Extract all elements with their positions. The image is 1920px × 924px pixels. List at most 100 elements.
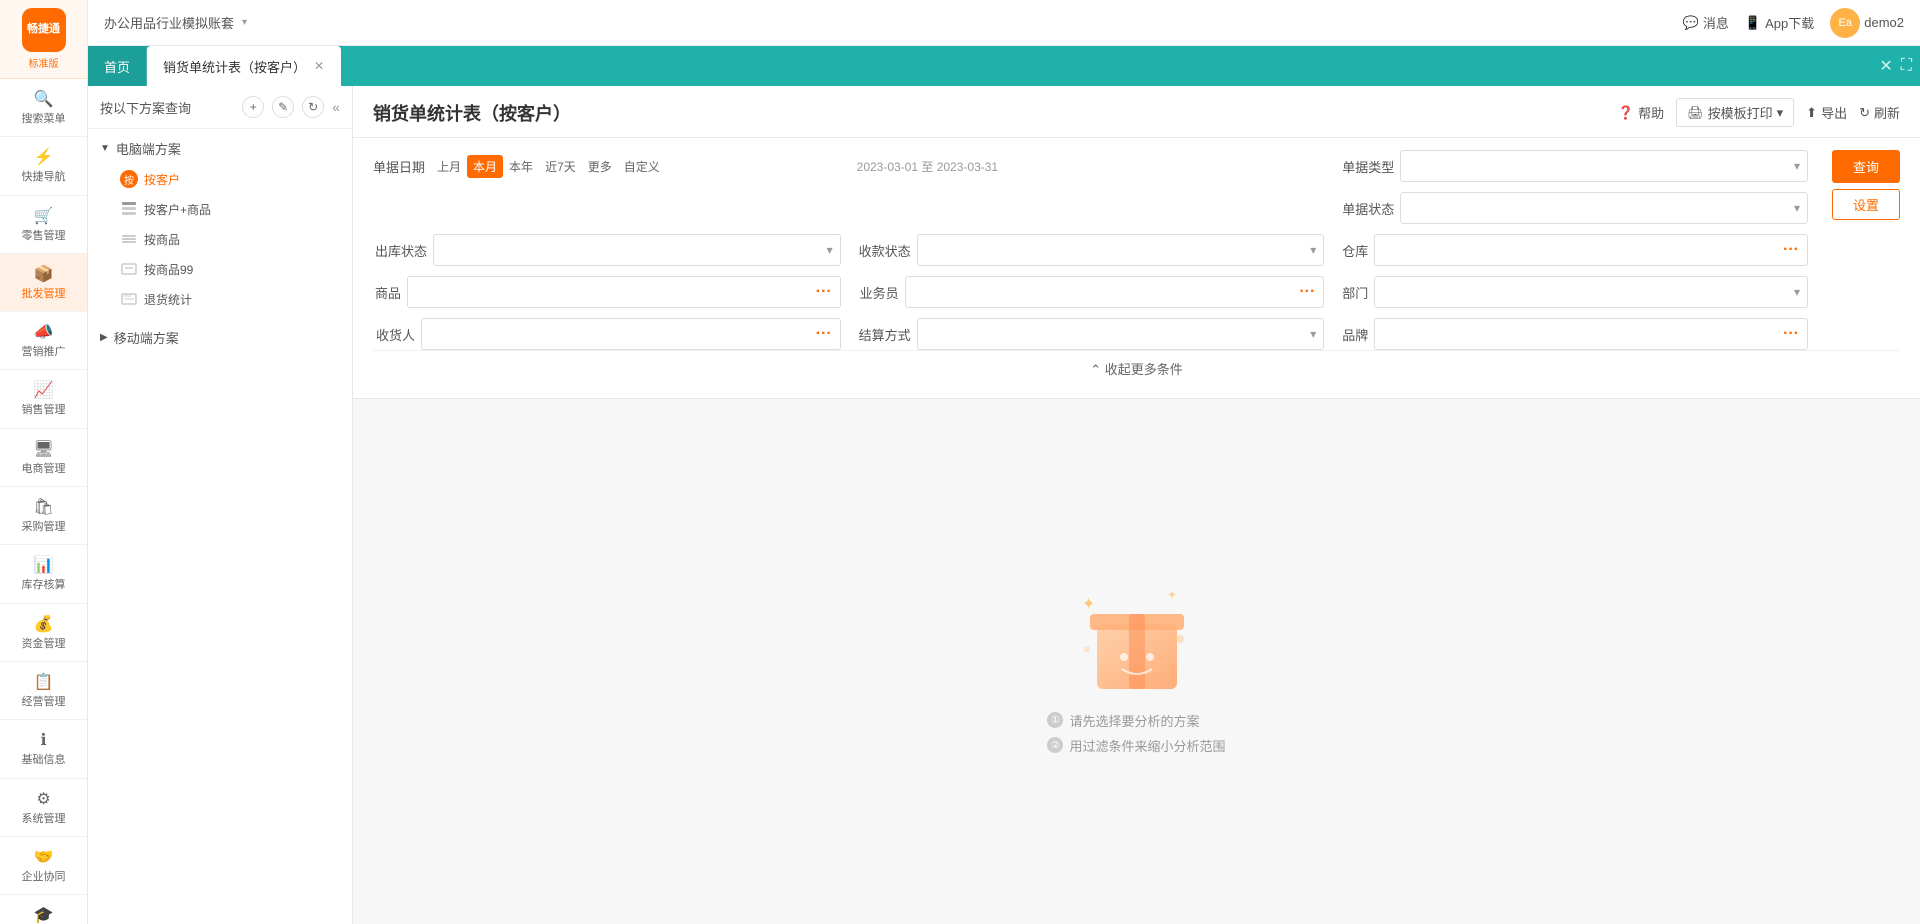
user-profile-btn[interactable]: Ea demo2 — [1830, 8, 1904, 38]
dept-cell: 部门 ▾ — [1340, 276, 1808, 308]
mobile-section-header[interactable]: ▶ 移动端方案 — [88, 322, 352, 353]
refresh-plan-btn[interactable]: ↻ — [302, 96, 324, 118]
tab-close-icon[interactable]: ✕ — [314, 59, 324, 73]
sidebar-item-finance[interactable]: 💰 资金管理 — [0, 604, 87, 662]
sidebar-item-search[interactable]: 🔍 搜索菜单 — [0, 79, 87, 137]
brand-dots-icon: ··· — [1783, 325, 1799, 343]
goods-label: 商品 — [373, 283, 401, 302]
sidebar-item-label: 零售管理 — [22, 229, 66, 243]
pc-section: ▼ 电脑端方案 按 按客户 按客户+商品 — [88, 129, 352, 318]
edit-plan-btn[interactable]: ✎ — [272, 96, 294, 118]
logo-text-main: 畅捷通 — [27, 23, 60, 36]
out-status-select[interactable] — [433, 234, 841, 266]
dept-select[interactable] — [1374, 276, 1808, 308]
settle-select-wrap: ▾ — [917, 318, 1325, 350]
warehouse-label: 仓库 — [1340, 241, 1368, 260]
pc-section-header[interactable]: ▼ 电脑端方案 — [88, 133, 352, 164]
plan-by-goods-99[interactable]: 按商品99 — [112, 254, 352, 284]
staff-label: 业务员 — [857, 283, 899, 302]
sidebar-item-quicknav[interactable]: ⚡ 快捷导航 — [0, 137, 87, 195]
voucher-type-select[interactable] — [1400, 150, 1808, 182]
avatar: Ea — [1830, 8, 1860, 38]
date-btn-custom[interactable]: 自定义 — [618, 155, 666, 178]
date-btn-this-year[interactable]: 本年 — [503, 155, 539, 178]
sidebar-item-inventory[interactable]: 📊 库存核算 — [0, 545, 87, 603]
add-icon: + — [250, 100, 257, 114]
message-label: 消息 — [1703, 13, 1729, 32]
recipient-input[interactable]: ··· — [421, 318, 841, 350]
sidebar-item-collab[interactable]: 🤝 企业协同 — [0, 837, 87, 895]
sidebar-item-label: 采购管理 — [22, 520, 66, 534]
plan-by-customer[interactable]: 按 按客户 — [112, 164, 352, 194]
warehouse-input[interactable]: ··· — [1374, 234, 1808, 266]
settle-select[interactable] — [917, 318, 1325, 350]
search-icon: 🔍 — [34, 89, 54, 109]
svg-text:✦: ✦ — [1167, 588, 1177, 602]
sidebar-item-wholesale[interactable]: 📦 批发管理 — [0, 254, 87, 312]
empty-hints: ① 请先选择要分析的方案 ② 用过滤条件来缩小分析范围 — [1047, 711, 1225, 755]
date-btn-more[interactable]: 更多 — [582, 155, 618, 178]
plan-return-stats[interactable]: 退货统计 — [112, 284, 352, 314]
finance-icon: 💰 — [34, 614, 54, 634]
wholesale-icon: 📦 — [34, 264, 54, 284]
message-btn[interactable]: 💬 消息 — [1683, 13, 1729, 32]
section-arrow-icon: ▼ — [100, 143, 110, 154]
collapse-panel-btn[interactable]: « — [332, 99, 340, 115]
sidebar-item-sales[interactable]: 📈 销售管理 — [0, 370, 87, 428]
voucher-status-select[interactable] — [1400, 192, 1808, 224]
staff-input[interactable]: ··· — [905, 276, 1325, 308]
collapse-more-btn[interactable]: ⌃ 收起更多条件 — [373, 350, 1900, 386]
plan-by-customer-goods[interactable]: 按客户+商品 — [112, 194, 352, 224]
receive-status-select[interactable] — [917, 234, 1325, 266]
date-btn-last-month[interactable]: 上月 — [431, 155, 467, 178]
tab-sales-report-label: 销货单统计表（按客户） — [163, 57, 306, 76]
maximize-icon[interactable]: ⛶ — [1901, 57, 1912, 75]
goods-input[interactable]: ··· — [407, 276, 841, 308]
add-plan-btn[interactable]: + — [242, 96, 264, 118]
refresh-btn[interactable]: ↻ 刷新 — [1859, 103, 1900, 122]
sidebar-item-operation[interactable]: 📋 经营管理 — [0, 662, 87, 720]
close-window-icon[interactable]: ✕ — [1879, 56, 1892, 76]
query-button[interactable]: 查询 — [1832, 150, 1900, 183]
template-print-btn[interactable]: 🖨 按模板打印 ▾ — [1676, 98, 1794, 127]
help-btn[interactable]: ❓ 帮助 — [1618, 103, 1664, 122]
account-dropdown-icon[interactable]: ▾ — [242, 17, 247, 28]
plan-by-goods[interactable]: 按商品 — [112, 224, 352, 254]
tabbar: 首页 销货单统计表（按客户） ✕ ✕ ⛶ — [88, 46, 1920, 86]
sidebar-item-marketing[interactable]: 📣 营销推广 — [0, 312, 87, 370]
baseinfo-icon: ℹ — [40, 730, 46, 750]
brand-input[interactable]: ··· — [1374, 318, 1808, 350]
app-download-btn[interactable]: 📱 App下载 — [1745, 13, 1814, 32]
tab-sales-report[interactable]: 销货单统计表（按客户） ✕ — [147, 46, 341, 86]
refresh-icon: ↻ — [1859, 105, 1870, 121]
sidebar-item-retail[interactable]: 🛒 零售管理 — [0, 196, 87, 254]
sidebar-item-ecommerce[interactable]: 🖥 电商管理 — [0, 429, 87, 487]
ecommerce-icon: 🖥 — [33, 439, 53, 459]
plan-by-goods-label: 按商品 — [144, 231, 180, 248]
content-area: 按以下方案查询 + ✎ ↻ « ▼ 电 — [88, 86, 1920, 924]
sidebar-item-baseinfo[interactable]: ℹ 基础信息 — [0, 720, 87, 778]
sidebar-item-newbie[interactable]: 🎓 新手引导 — [0, 895, 87, 924]
sidebar-item-purchase[interactable]: 🛍 采购管理 — [0, 487, 87, 545]
hint-num-2: ② — [1047, 737, 1063, 753]
sidebar-item-label: 系统管理 — [22, 812, 66, 826]
tab-home[interactable]: 首页 — [88, 46, 147, 86]
topbar-right: 💬 消息 📱 App下载 Ea demo2 — [1683, 8, 1904, 38]
sidebar-item-label: 企业协同 — [22, 870, 66, 884]
tab-home-label: 首页 — [104, 57, 130, 76]
dept-label: 部门 — [1340, 283, 1368, 302]
staff-cell: 业务员 ··· — [857, 276, 1325, 308]
export-btn[interactable]: ⬆ 导出 — [1806, 103, 1847, 122]
warehouse-dots-icon: ··· — [1783, 241, 1799, 259]
plan-icon — [120, 200, 138, 218]
sales-icon: 📈 — [34, 380, 54, 400]
sidebar-item-label: 搜索菜单 — [22, 112, 66, 126]
date-btn-this-month[interactable]: 本月 — [467, 155, 503, 178]
template-print-label: 按模板打印 — [1708, 103, 1773, 122]
plan-by-customer-goods-label: 按客户+商品 — [144, 201, 211, 218]
page-actions: ❓ 帮助 🖨 按模板打印 ▾ ⬆ 导出 ↻ 刷新 — [1618, 98, 1900, 127]
date-btn-7days[interactable]: 近7天 — [539, 155, 582, 178]
settings-button[interactable]: 设置 — [1832, 189, 1900, 220]
inventory-icon: 📊 — [34, 555, 54, 575]
sidebar-item-system[interactable]: ⚙ 系统管理 — [0, 779, 87, 837]
